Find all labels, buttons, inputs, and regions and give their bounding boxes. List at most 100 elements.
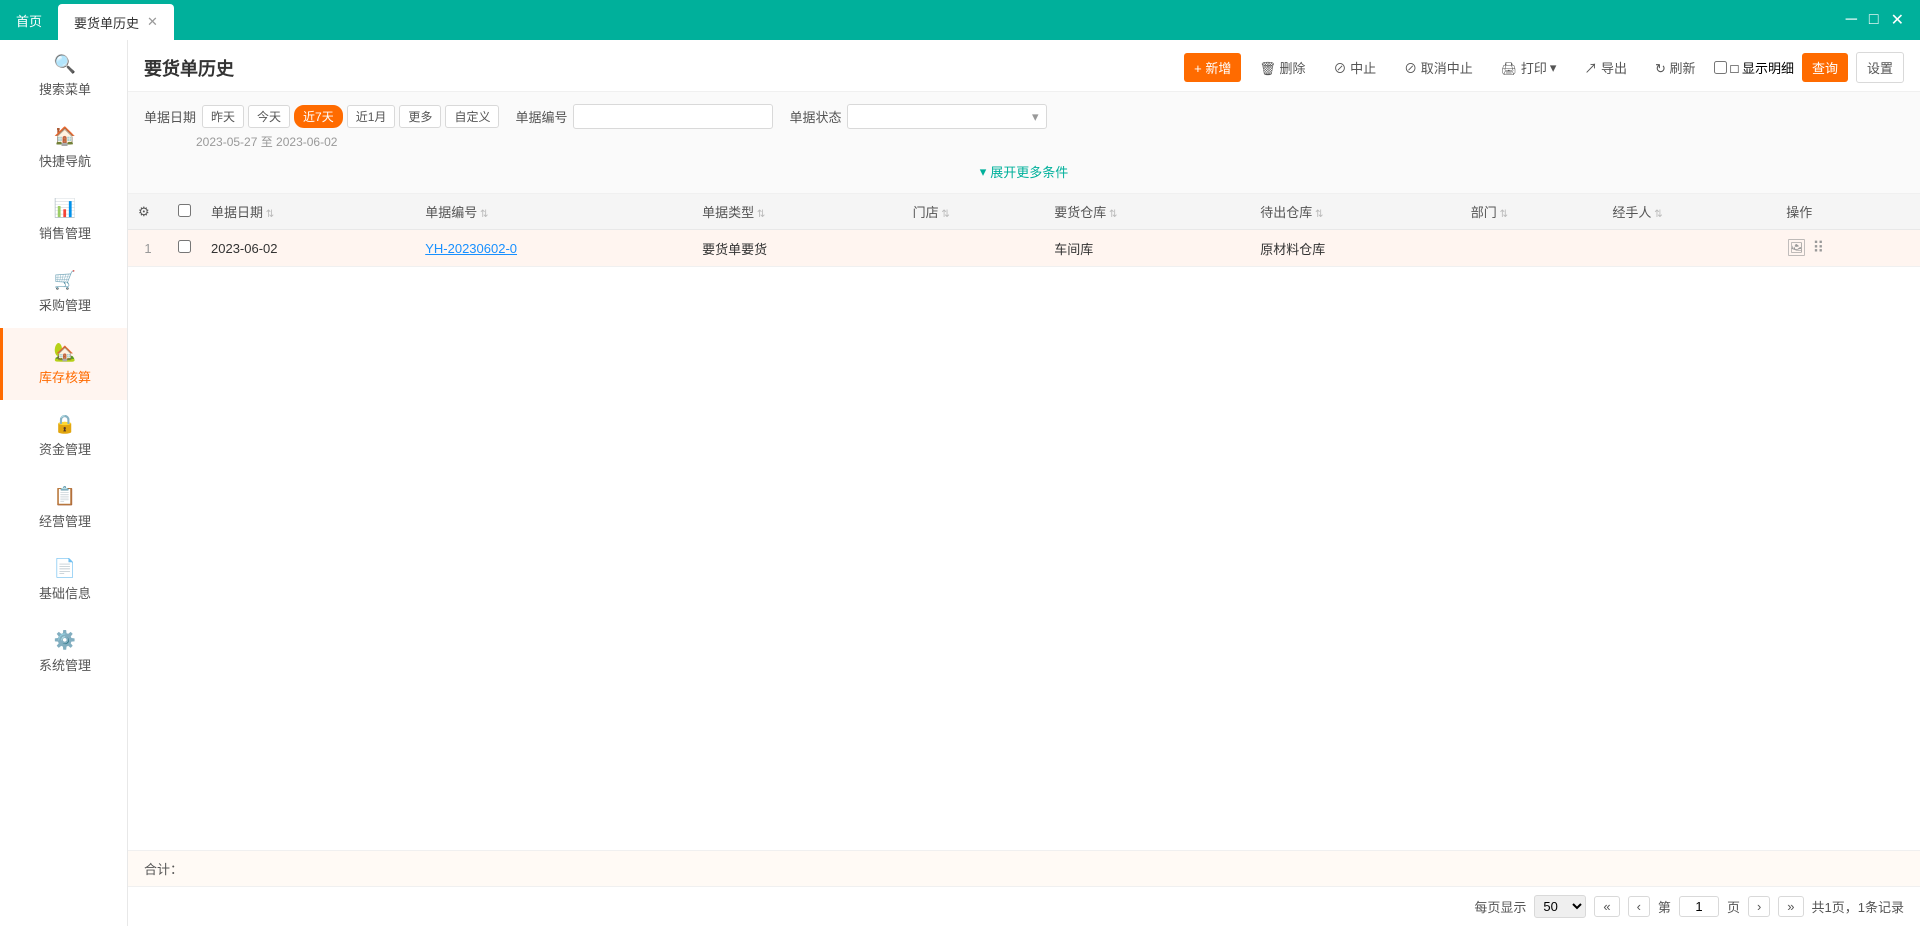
filter-status: 单据状态 ▾ [789,104,1047,129]
doc-number-input[interactable] [573,104,773,129]
page-number-input[interactable] [1679,896,1719,917]
first-page-button[interactable]: « [1594,896,1619,917]
view-action-icon[interactable]: 🖼 [1786,238,1806,258]
date-btn-7days[interactable]: 近7天 [294,105,343,128]
prev-page-button[interactable]: ‹ [1628,896,1650,917]
finance-icon: 🔒 [54,414,76,435]
date-btn-today[interactable]: 今天 [248,105,290,128]
requisition-table: ⚙ 单据日期 单据编号 单据类型 门店 要货仓库 待出仓库 部门 经手人 操 [128,194,1920,267]
content-area: 要货单历史 + 新增 🗑 删除 ⊘ 中止 ⊘ 取消中止 🖨 打印 ▾ ↗ 导出 … [128,40,1920,926]
more-action-icon[interactable]: ⠿ [1813,238,1825,258]
date-range-buttons: 昨天 今天 近7天 近1月 更多 自定义 [202,105,499,128]
sidebar-label-operations-mgmt: 经营管理 [39,511,91,530]
purchase-icon: 🛒 [54,270,76,291]
th-action: 操作 [1776,194,1920,230]
th-doc-type[interactable]: 单据类型 [692,194,903,230]
cancel-stop-button[interactable]: ⊘ 取消中止 [1394,53,1483,82]
date-range-display: 2023-05-27 至 2023-06-02 [196,133,1904,150]
last-page-button[interactable]: » [1778,896,1803,917]
sidebar-item-search-menu[interactable]: 🔍 搜索菜单 [0,40,127,112]
tab-home[interactable]: 首页 [0,0,58,40]
th-pending-warehouse[interactable]: 待出仓库 [1250,194,1461,230]
sidebar-label-sales-mgmt: 销售管理 [39,223,91,242]
cell-doc-date: 2023-06-02 [201,230,415,267]
refresh-button[interactable]: ↻ 刷新 [1645,53,1706,82]
system-icon: ⚙️ [54,630,76,651]
next-page-button[interactable]: › [1748,896,1770,917]
sidebar-label-inventory: 库存核算 [39,367,91,386]
date-btn-yesterday[interactable]: 昨天 [202,105,244,128]
home-icon: 🏠 [54,126,76,147]
th-settings: ⚙ [128,194,168,230]
sidebar-item-quick-nav[interactable]: 🏠 快捷导航 [0,112,127,184]
sidebar-item-basic-info[interactable]: 📄 基础信息 [0,544,127,616]
row-checkbox[interactable] [178,240,191,253]
new-button[interactable]: + 新增 [1184,53,1241,82]
query-button[interactable]: 查询 [1802,53,1848,82]
cell-req-warehouse: 车间库 [1044,230,1250,267]
th-handler[interactable]: 经手人 [1602,194,1776,230]
search-icon: 🔍 [54,54,76,75]
sidebar-item-sales-mgmt[interactable]: 📊 销售管理 [0,184,127,256]
close-icon[interactable]: ✕ [1891,10,1904,30]
th-department[interactable]: 部门 [1461,194,1603,230]
delete-button[interactable]: 🗑 删除 [1249,53,1315,82]
settings-button[interactable]: 设置 [1856,52,1904,83]
row-checkbox-cell [168,230,201,267]
table-footer: 合计： [128,850,1920,886]
th-req-warehouse[interactable]: 要货仓库 [1044,194,1250,230]
expand-label: 展开更多条件 [990,162,1068,181]
action-icons: 🖼 ⠿ [1786,238,1910,258]
page-suffix-label: 页 [1727,897,1740,916]
sidebar-label-purchase-mgmt: 采购管理 [39,295,91,314]
print-button[interactable]: 🖨 打印 ▾ [1491,53,1567,82]
window-controls: ─ □ ✕ [1846,10,1920,30]
settings-gear-icon[interactable]: ⚙ [138,204,150,219]
page-header: 要货单历史 + 新增 🗑 删除 ⊘ 中止 ⊘ 取消中止 🖨 打印 ▾ ↗ 导出 … [128,40,1920,92]
date-btn-1month[interactable]: 近1月 [347,105,396,128]
page-prefix-label: 第 [1658,897,1671,916]
doc-number-link[interactable]: YH-20230602-0 [425,241,517,256]
stop-button[interactable]: ⊘ 中止 [1323,53,1386,82]
sidebar-item-inventory[interactable]: 🏡 库存核算 [0,328,127,400]
export-button[interactable]: ↗ 导出 [1574,53,1637,82]
cell-doc-type: 要货单要货 [692,230,903,267]
per-page-label: 每页显示 [1474,897,1526,916]
filter-row-2: ▾ 展开更多条件 [144,154,1904,181]
cell-store [903,230,1045,267]
tab-home-label: 首页 [16,11,42,30]
display-detail-checkbox[interactable] [1714,61,1727,74]
tab-requisition-history[interactable]: 要货单历史 ✕ [58,4,174,40]
top-bar: 首页 要货单历史 ✕ ─ □ ✕ [0,0,1920,40]
date-filter-label: 单据日期 [144,107,196,126]
sidebar: 🔍 搜索菜单 🏠 快捷导航 📊 销售管理 🛒 采购管理 🏡 库存核算 🔒 资金管… [0,40,128,926]
main-layout: 🔍 搜索菜单 🏠 快捷导航 📊 销售管理 🛒 采购管理 🏡 库存核算 🔒 资金管… [0,40,1920,926]
date-btn-custom[interactable]: 自定义 [445,105,499,128]
filter-date: 单据日期 昨天 今天 近7天 近1月 更多 自定义 [144,105,499,128]
toolbar: + 新增 🗑 删除 ⊘ 中止 ⊘ 取消中止 🖨 打印 ▾ ↗ 导出 ↻ 刷新 □… [1184,52,1904,83]
cell-doc-number: YH-20230602-0 [415,230,692,267]
total-info: 共1页，1条记录 [1812,897,1904,916]
tab-close-icon[interactable]: ✕ [147,14,158,30]
per-page-select[interactable]: 10 20 50 100 [1534,895,1586,918]
sales-icon: 📊 [54,198,76,219]
maximize-icon[interactable]: □ [1869,11,1879,29]
cell-action: 🖼 ⠿ [1776,230,1920,267]
page-title: 要货单历史 [144,55,234,81]
th-doc-date[interactable]: 单据日期 [201,194,415,230]
sidebar-item-purchase-mgmt[interactable]: 🛒 采购管理 [0,256,127,328]
display-detail-label: □ 显示明细 [1731,58,1794,77]
expand-more-button[interactable]: ▾ 展开更多条件 [980,162,1069,181]
status-select[interactable] [848,105,1046,128]
th-store[interactable]: 门店 [903,194,1045,230]
print-dropdown-icon[interactable]: ▾ [1550,60,1557,76]
summary-label: 合计： [144,862,183,877]
sidebar-item-finance-mgmt[interactable]: 🔒 资金管理 [0,400,127,472]
minimize-icon[interactable]: ─ [1846,11,1857,29]
display-detail-toggle[interactable]: □ 显示明细 [1714,58,1794,77]
date-btn-more[interactable]: 更多 [399,105,441,128]
sidebar-item-operations-mgmt[interactable]: 📋 经营管理 [0,472,127,544]
select-all-checkbox[interactable] [178,204,191,217]
sidebar-item-system-mgmt[interactable]: ⚙️ 系统管理 [0,616,127,688]
th-doc-number[interactable]: 单据编号 [415,194,692,230]
